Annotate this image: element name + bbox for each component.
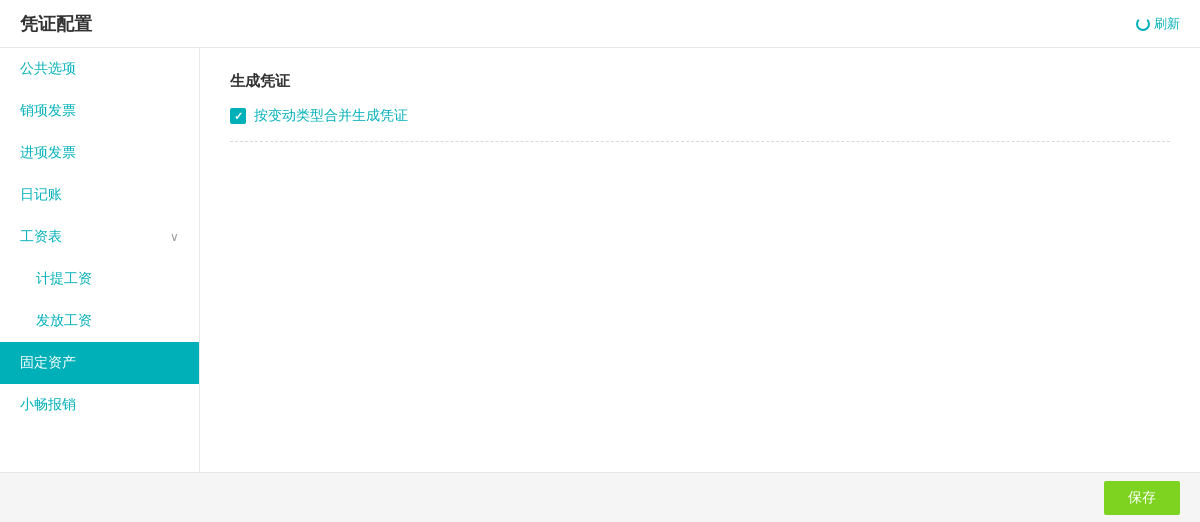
sidebar-item-label: 固定资产 [20, 354, 76, 372]
sidebar-item-label: 计提工资 [36, 270, 92, 288]
footer: 保存 [0, 472, 1200, 522]
save-button[interactable]: 保存 [1104, 481, 1180, 515]
sidebar-item-label: 销项发票 [20, 102, 76, 120]
merge-by-type-checkbox[interactable] [230, 108, 246, 124]
sidebar-item-label: 公共选项 [20, 60, 76, 78]
header: 凭证配置 刷新 [0, 0, 1200, 48]
sidebar-item-label: 进项发票 [20, 144, 76, 162]
sidebar-item-fixed-assets[interactable]: 固定资产 [0, 342, 199, 384]
refresh-button[interactable]: 刷新 [1136, 15, 1180, 33]
sidebar-item-label: 工资表 [20, 228, 62, 246]
sidebar-item-payroll[interactable]: 工资表 ∨ [0, 216, 199, 258]
chevron-down-icon: ∨ [170, 230, 179, 244]
sidebar-item-purchase-invoice[interactable]: 进项发票 [0, 132, 199, 174]
sidebar-item-pay-wages[interactable]: 发放工资 [0, 300, 199, 342]
merge-by-type-label: 按变动类型合并生成凭证 [254, 107, 408, 125]
section-divider [230, 141, 1170, 142]
sidebar-item-public[interactable]: 公共选项 [0, 48, 199, 90]
sidebar-item-label: 发放工资 [36, 312, 92, 330]
sidebar-item-journal[interactable]: 日记账 [0, 174, 199, 216]
refresh-label: 刷新 [1154, 15, 1180, 33]
sidebar-item-commission[interactable]: 计提工资 [0, 258, 199, 300]
main-content: 生成凭证 按变动类型合并生成凭证 [200, 48, 1200, 472]
section-title: 生成凭证 [230, 72, 1170, 91]
sidebar-item-expense[interactable]: 小畅报销 [0, 384, 199, 426]
body: 公共选项销项发票进项发票日记账工资表 ∨ 计提工资发放工资固定资产小畅报销 生成凭证… [0, 48, 1200, 472]
sidebar-item-label: 日记账 [20, 186, 62, 204]
sidebar: 公共选项销项发票进项发票日记账工资表 ∨ 计提工资发放工资固定资产小畅报销 [0, 48, 200, 472]
sidebar-item-label: 小畅报销 [20, 396, 76, 414]
checkbox-row[interactable]: 按变动类型合并生成凭证 [230, 107, 1170, 125]
page-title: 凭证配置 [20, 12, 92, 36]
refresh-icon [1136, 17, 1150, 31]
sidebar-item-sales-invoice[interactable]: 销项发票 [0, 90, 199, 132]
